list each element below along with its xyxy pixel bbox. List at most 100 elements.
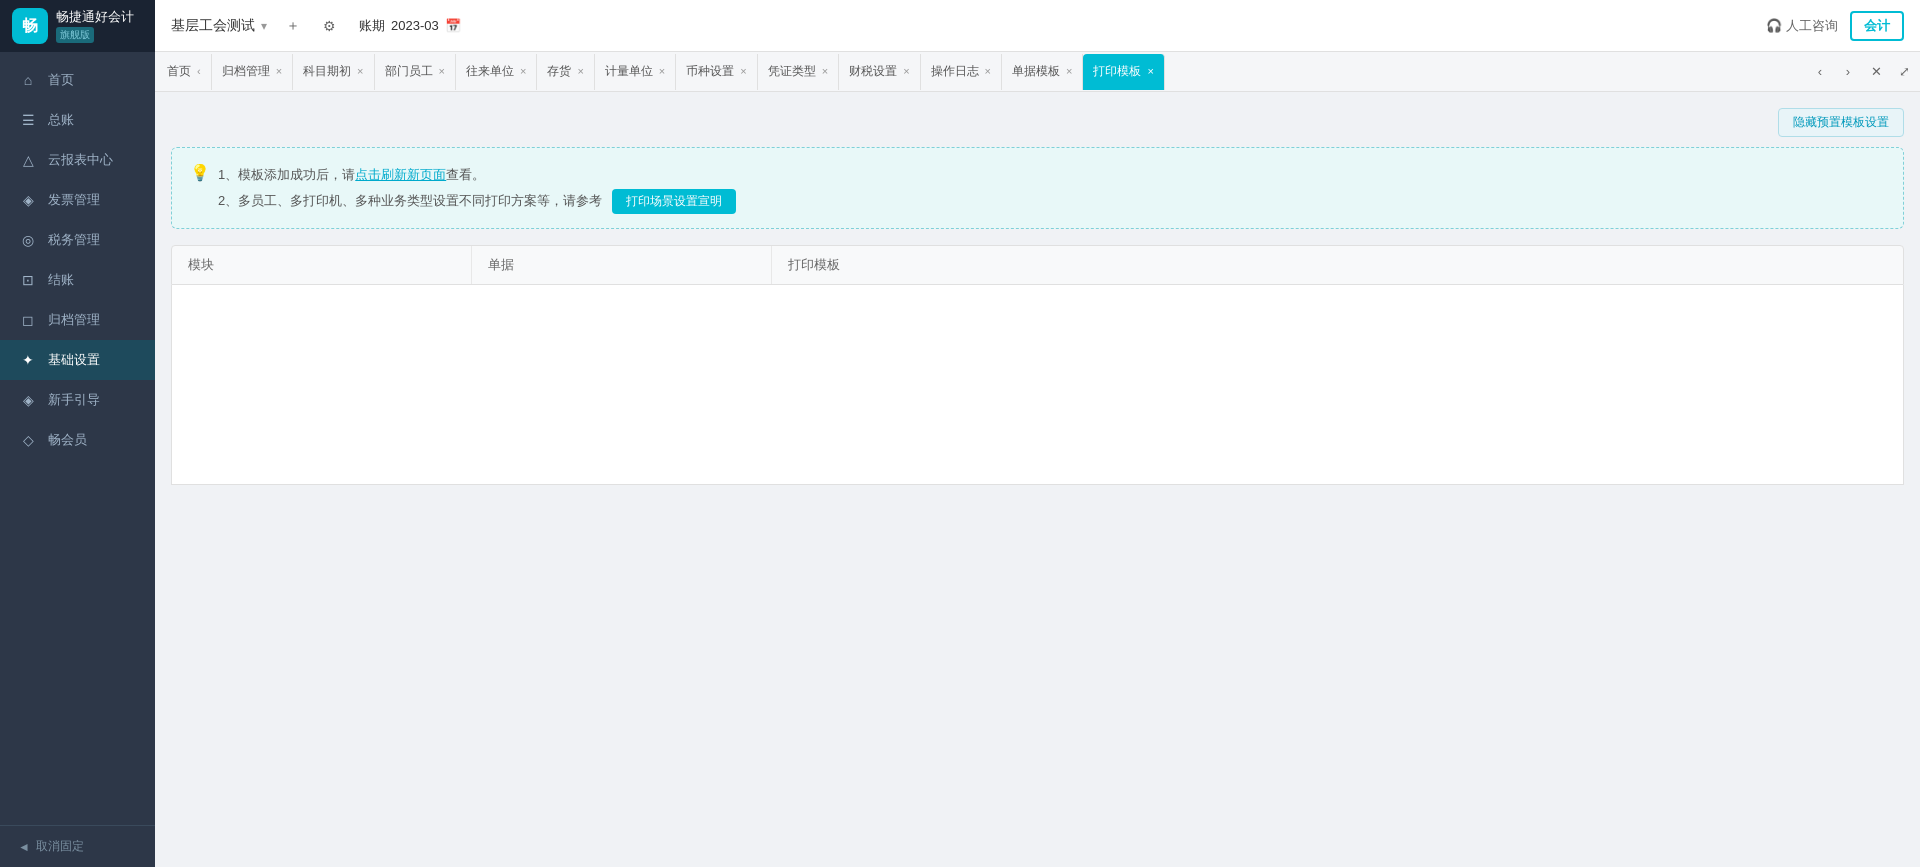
tab-form-label: 单据模板 [1012, 63, 1060, 80]
tab-dept-staff[interactable]: 部门员工 × [375, 54, 456, 90]
sidebar-label-home: 首页 [48, 71, 74, 89]
tab-fullscreen-button[interactable]: ⤢ [1890, 58, 1918, 86]
tab-home-label: 首页 [167, 63, 191, 80]
tab-measure-label: 计量单位 [605, 63, 653, 80]
tab-prev-button[interactable]: ‹ [1806, 58, 1834, 86]
logo-area: 畅 畅捷通好会计 旗舰版 [0, 0, 155, 52]
top-bar-actions: ＋ ⚙ [279, 12, 343, 40]
company-selector[interactable]: 基层工会测试 ▾ [171, 17, 267, 35]
tab-single-form[interactable]: 单据模板 × [1002, 54, 1083, 90]
tab-subject-close-icon[interactable]: × [357, 66, 363, 77]
tab-currency[interactable]: 币种设置 × [676, 54, 757, 90]
content-area: 隐藏预置模板设置 💡 1、模板添加成功后，请点击刷新新页面查看。 2、多员工、多… [155, 92, 1920, 867]
pin-icon: ◄ [18, 840, 30, 854]
tab-inventory-close-icon[interactable]: × [577, 66, 583, 77]
tab-subject-init[interactable]: 科目期初 × [293, 54, 374, 90]
period-label: 账期 [359, 17, 385, 35]
bulb-icon: 💡 [190, 163, 210, 182]
tab-form-close-icon[interactable]: × [1066, 66, 1072, 77]
nav-list: ⌂ 首页 ☰ 总账 △ 云报表中心 ◈ 发票管理 ◎ 税务管理 ⊡ 结账 [0, 52, 155, 825]
sidebar-item-archive[interactable]: ◻ 归档管理 [0, 300, 155, 340]
cancel-pin-button[interactable]: ◄ 取消固定 [0, 825, 155, 867]
tab-home[interactable]: 首页 ‹ [157, 54, 212, 90]
sidebar-item-member[interactable]: ◇ 畅会员 [0, 420, 155, 460]
tab-partner[interactable]: 往来单位 × [456, 54, 537, 90]
tab-log-close-icon[interactable]: × [985, 66, 991, 77]
top-bar-right: 🎧 人工咨询 会计 [1766, 11, 1904, 41]
col-voucher: 单据 [472, 246, 772, 284]
report-icon: △ [18, 152, 38, 168]
tab-inventory[interactable]: 存货 × [537, 54, 594, 90]
tab-dept-label: 部门员工 [385, 63, 433, 80]
notice-line1-prefix: 1、模板添加成功后，请 [218, 167, 355, 182]
sidebar-item-invoice[interactable]: ◈ 发票管理 [0, 180, 155, 220]
tab-print-close-icon[interactable]: × [1147, 66, 1153, 77]
tab-nav-buttons: ‹ › ✕ ⤢ [1806, 58, 1918, 86]
tab-subject-label: 科目期初 [303, 63, 351, 80]
sidebar-item-guide[interactable]: ◈ 新手引导 [0, 380, 155, 420]
tab-dept-close-icon[interactable]: × [439, 66, 445, 77]
tab-voucher-close-icon[interactable]: × [822, 66, 828, 77]
ledger-icon: ☰ [18, 112, 38, 128]
notice-line2-prefix: 2、多员工、多打印机、多种业务类型设置不同打印方案等，请参考 [218, 193, 602, 208]
sidebar-label-guide: 新手引导 [48, 391, 100, 409]
tab-archive-close-icon[interactable]: × [276, 66, 282, 77]
tab-log-label: 操作日志 [931, 63, 979, 80]
tab-measure-close-icon[interactable]: × [659, 66, 665, 77]
tab-inventory-label: 存货 [547, 63, 571, 80]
period-info: 账期 2023-03 📅 [359, 17, 461, 35]
hide-preview-button[interactable]: 隐藏预置模板设置 [1778, 108, 1904, 137]
home-icon: ⌂ [18, 72, 38, 88]
period-value: 2023-03 [391, 18, 439, 33]
hide-preview-area: 隐藏预置模板设置 [171, 108, 1904, 137]
help-label: 人工咨询 [1786, 17, 1838, 35]
app-name: 畅捷通好会计 [56, 9, 134, 26]
settings-gear-button[interactable]: ⚙ [315, 12, 343, 40]
logo-icon: 畅 [12, 8, 48, 44]
tab-tax-close-icon[interactable]: × [903, 66, 909, 77]
sidebar-item-settings[interactable]: ✦ 基础设置 [0, 340, 155, 380]
notice-box: 💡 1、模板添加成功后，请点击刷新新页面查看。 2、多员工、多打印机、多种业务类… [171, 147, 1904, 229]
sidebar-label-member: 畅会员 [48, 431, 87, 449]
refresh-link[interactable]: 点击刷新新页面 [355, 167, 446, 182]
company-chevron-icon: ▾ [261, 19, 267, 33]
cancel-pin-label: 取消固定 [36, 838, 84, 855]
notice-line1: 1、模板添加成功后，请点击刷新新页面查看。 [218, 162, 736, 188]
top-bar: 基层工会测试 ▾ ＋ ⚙ 账期 2023-03 📅 🎧 人工咨询 会计 [155, 0, 1920, 52]
tab-partner-close-icon[interactable]: × [520, 66, 526, 77]
tab-archive-mgmt[interactable]: 归档管理 × [212, 54, 293, 90]
member-icon: ◇ [18, 432, 38, 448]
main-area: 基层工会测试 ▾ ＋ ⚙ 账期 2023-03 📅 🎧 人工咨询 会计 [155, 0, 1920, 867]
help-button[interactable]: 🎧 人工咨询 [1766, 17, 1838, 35]
tab-next-button[interactable]: › [1834, 58, 1862, 86]
col-module: 模块 [172, 246, 472, 284]
sidebar-label-report: 云报表中心 [48, 151, 113, 169]
tab-home-back-icon: ‹ [197, 66, 201, 77]
tab-tax-settings[interactable]: 财税设置 × [839, 54, 920, 90]
closing-icon: ⊡ [18, 272, 38, 288]
sidebar-item-ledger[interactable]: ☰ 总账 [0, 100, 155, 140]
tab-currency-close-icon[interactable]: × [740, 66, 746, 77]
app-badge: 旗舰版 [56, 27, 94, 43]
add-tab-button[interactable]: ＋ [279, 12, 307, 40]
notice-line1-suffix: 查看。 [446, 167, 485, 182]
print-scene-button[interactable]: 打印场景设置宣明 [612, 189, 736, 214]
notice-line2: 2、多员工、多打印机、多种业务类型设置不同打印方案等，请参考 打印场景设置宣明 [218, 188, 736, 214]
calendar-icon[interactable]: 📅 [445, 18, 461, 33]
invoice-icon: ◈ [18, 192, 38, 208]
sidebar-item-home[interactable]: ⌂ 首页 [0, 60, 155, 100]
tab-operation-log[interactable]: 操作日志 × [921, 54, 1002, 90]
sidebar-item-tax[interactable]: ◎ 税务管理 [0, 220, 155, 260]
sidebar-item-report[interactable]: △ 云报表中心 [0, 140, 155, 180]
sidebar-item-closing[interactable]: ⊡ 结账 [0, 260, 155, 300]
tab-voucher-type[interactable]: 凭证类型 × [758, 54, 839, 90]
sidebar: 畅 畅捷通好会计 旗舰版 ⌂ 首页 ☰ 总账 △ 云报表中心 ◈ 发票管理 [0, 0, 155, 867]
tab-print-template[interactable]: 打印模板 × [1083, 54, 1164, 90]
account-button[interactable]: 会计 [1850, 11, 1904, 41]
tab-measure-unit[interactable]: 计量单位 × [595, 54, 676, 90]
tab-voucher-label: 凭证类型 [768, 63, 816, 80]
col-print-template: 打印模板 [772, 246, 1903, 284]
print-template-table: 模块 单据 打印模板 [171, 245, 1904, 485]
sidebar-label-ledger: 总账 [48, 111, 74, 129]
tab-close-all-button[interactable]: ✕ [1862, 58, 1890, 86]
